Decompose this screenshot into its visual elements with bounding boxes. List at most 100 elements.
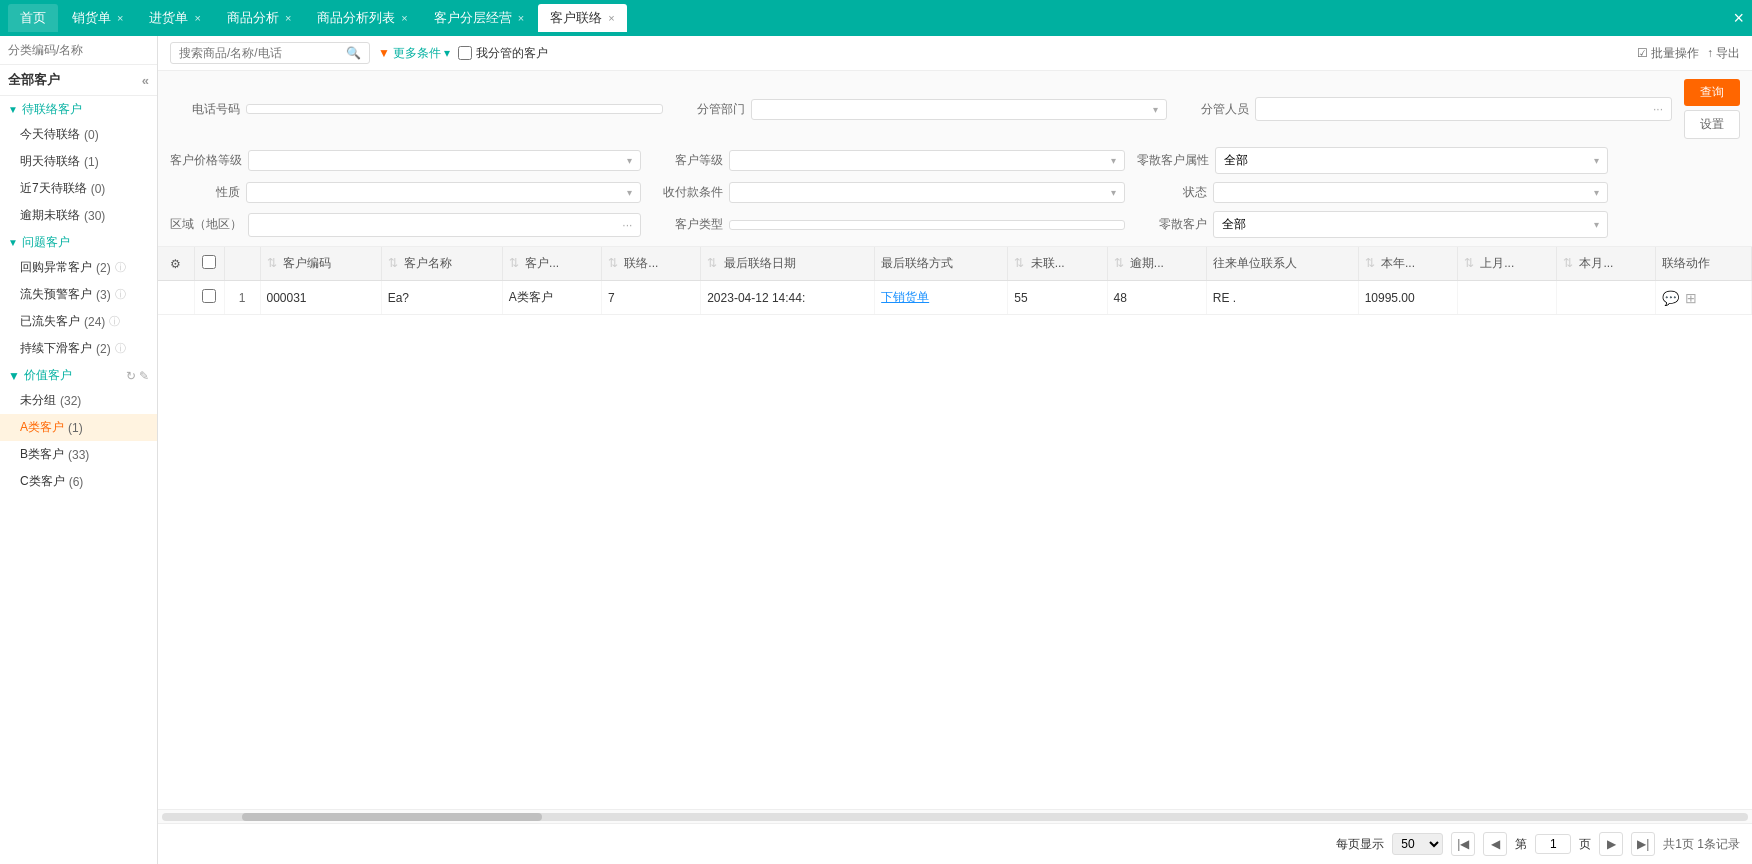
customer-type-input[interactable] — [729, 220, 1124, 230]
tab-goods-list[interactable]: 商品分析列表 × — [305, 4, 419, 32]
close-goods-analysis-icon[interactable]: × — [285, 12, 291, 24]
group-value-label: 价值客户 — [24, 367, 72, 384]
last-method-header-label: 最后联络方式 — [881, 256, 953, 270]
all-customers-label: 全部客户 — [8, 71, 60, 89]
next-page-btn[interactable]: ▶ — [1599, 832, 1623, 856]
group-problem-customers[interactable]: ▼ 问题客户 — [0, 229, 157, 254]
row-type-cell: A类客户 — [502, 281, 601, 315]
sidebar-item-tomorrow[interactable]: 明天待联络 (1) — [0, 148, 157, 175]
last-month-header-label: 上月... — [1480, 256, 1514, 270]
page-number-input[interactable] — [1535, 834, 1571, 854]
adv-row-2: 客户价格等级 ▾ 客户等级 ▾ 零散客户属性 全部 — [170, 147, 1740, 174]
settings-button[interactable]: 设置 — [1684, 110, 1740, 139]
tab-sales[interactable]: 销货单 × — [60, 4, 135, 32]
person-input[interactable]: ··· — [1255, 97, 1672, 121]
col-check-header[interactable] — [194, 247, 224, 281]
tab-goods-list-label: 商品分析列表 — [317, 9, 395, 27]
adv-row-3: 性质 ▾ 收付款条件 ▾ 状态 — [170, 182, 1740, 203]
customer-type-label: 客户类型 — [653, 216, 723, 233]
retail-attr-input[interactable]: 全部 ▾ — [1215, 147, 1608, 174]
tab-customer-tier[interactable]: 客户分层经营 × — [422, 4, 536, 32]
advanced-filters: 电话号码 分管部门 ▾ 分管人员 ··· — [158, 71, 1752, 247]
sidebar-item-repurchase-abnormal[interactable]: 回购异常客户 (2) ⓘ — [0, 254, 157, 281]
close-customer-contact-icon[interactable]: × — [608, 12, 614, 24]
sidebar-search-container: 🔍 — [0, 36, 157, 65]
price-tier-input[interactable]: ▾ — [248, 150, 641, 171]
prev-page-btn[interactable]: ◀ — [1483, 832, 1507, 856]
last-method-link[interactable]: 下销货单 — [881, 290, 929, 304]
scrollbar-thumb[interactable] — [242, 813, 542, 821]
export-button[interactable]: ↑ 导出 — [1707, 45, 1740, 62]
a-class-badge: (1) — [68, 421, 83, 435]
filter-more-btn[interactable]: ▼ 更多条件 ▾ — [378, 45, 450, 62]
sidebar-item-today[interactable]: 今天待联络 (0) — [0, 121, 157, 148]
sidebar-item-churned[interactable]: 已流失客户 (24) ⓘ — [0, 308, 157, 335]
row-check-cell[interactable] — [194, 281, 224, 315]
close-purchase-icon[interactable]: × — [194, 12, 200, 24]
customer-level-label: 客户等级 — [653, 152, 723, 169]
customer-code: 000031 — [267, 291, 307, 305]
group-value-customers[interactable]: ▼ 价值客户 ↻ ✎ — [0, 362, 157, 387]
tab-home[interactable]: 首页 — [8, 4, 58, 32]
retail-customer-label: 零散客户 — [1137, 216, 1207, 233]
sidebar-collapse-icon[interactable]: « — [142, 73, 149, 88]
sidebar-item-churn-warning[interactable]: 流失预警客户 (3) ⓘ — [0, 281, 157, 308]
per-page-select[interactable]: 50 10 20 100 — [1392, 833, 1443, 855]
gear-icon[interactable]: ⚙ — [170, 257, 181, 271]
edit-value-icon[interactable]: ✎ — [139, 369, 149, 383]
region-input[interactable]: ··· — [248, 213, 641, 237]
filter-search-input[interactable] — [179, 46, 342, 60]
tab-goods-analysis[interactable]: 商品分析 × — [215, 4, 303, 32]
select-all-checkbox[interactable] — [202, 255, 216, 269]
payment-input[interactable]: ▾ — [729, 182, 1124, 203]
batch-operation-button[interactable]: ☑ 批量操作 — [1637, 45, 1699, 62]
customer-table: ⚙ ⇅ 客户编码 ⇅ 客户名称 — [158, 247, 1752, 315]
close-goods-list-icon[interactable]: × — [401, 12, 407, 24]
last-page-btn[interactable]: ▶| — [1631, 832, 1655, 856]
sidebar-item-a-class[interactable]: A类客户 (1) — [0, 414, 157, 441]
refresh-icon[interactable]: ↻ — [126, 369, 136, 383]
phone-input[interactable] — [246, 104, 663, 114]
first-page-btn[interactable]: |◀ — [1451, 832, 1475, 856]
sidebar-item-overdue[interactable]: 逾期未联络 (30) — [0, 202, 157, 229]
churned-badge: (24) — [84, 315, 105, 329]
sort-last-date-icon: ⇅ — [707, 256, 717, 270]
sidebar-item-declining[interactable]: 持续下滑客户 (2) ⓘ — [0, 335, 157, 362]
filter-mine-container[interactable]: 我分管的客户 — [458, 45, 548, 62]
sidebar-search-input[interactable] — [8, 43, 158, 57]
filter-search-icon[interactable]: 🔍 — [346, 46, 361, 60]
group-pending-contact[interactable]: ▼ 待联络客户 — [0, 96, 157, 121]
dept-input[interactable]: ▾ — [751, 99, 1168, 120]
close-all-icon[interactable]: × — [1733, 8, 1744, 29]
tab-customer-contact[interactable]: 客户联络 × — [538, 4, 626, 32]
customer-level-input[interactable]: ▾ — [729, 150, 1124, 171]
horizontal-scrollbar[interactable] — [158, 809, 1752, 823]
sidebar-item-7days[interactable]: 近7天待联络 (0) — [0, 175, 157, 202]
churned-info-icon: ⓘ — [109, 314, 120, 329]
churn-warning-label: 流失预警客户 — [20, 286, 92, 303]
col-gear-header[interactable]: ⚙ — [158, 247, 194, 281]
sidebar-item-b-class[interactable]: B类客户 (33) — [0, 441, 157, 468]
triangle-problem-icon: ▼ — [8, 237, 18, 248]
row-overdue-cell: 48 — [1107, 281, 1206, 315]
row-checkbox[interactable] — [202, 289, 216, 303]
retail-customer-input[interactable]: 全部 ▾ — [1213, 211, 1608, 238]
content-area: 🔍 ▼ 更多条件 ▾ 我分管的客户 ☑ 批量操作 ↑ 导出 — [158, 36, 1752, 864]
region-label: 区域（地区） — [170, 216, 242, 233]
tab-purchase[interactable]: 进货单 × — [137, 4, 212, 32]
sort-no-contact-icon: ⇅ — [1014, 256, 1024, 270]
sidebar-item-ungrouped[interactable]: 未分组 (32) — [0, 387, 157, 414]
nature-input[interactable]: ▾ — [246, 182, 641, 203]
chat-action-icon[interactable]: 💬 — [1662, 290, 1679, 306]
qrcode-action-icon[interactable]: ⊞ — [1685, 290, 1697, 306]
close-sales-icon[interactable]: × — [117, 12, 123, 24]
query-button[interactable]: 查询 — [1684, 79, 1740, 106]
sidebar-item-c-class[interactable]: C类客户 (6) — [0, 468, 157, 495]
close-customer-tier-icon[interactable]: × — [518, 12, 524, 24]
export-icon: ↑ — [1707, 46, 1713, 60]
declining-info-icon: ⓘ — [115, 341, 126, 356]
col-name-header: ⇅ 客户名称 — [381, 247, 502, 281]
status-input[interactable]: ▾ — [1213, 182, 1608, 203]
row-name-cell: Ea? — [381, 281, 502, 315]
filter-mine-checkbox[interactable] — [458, 46, 472, 60]
